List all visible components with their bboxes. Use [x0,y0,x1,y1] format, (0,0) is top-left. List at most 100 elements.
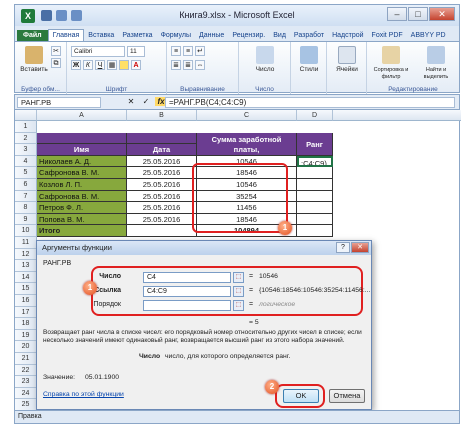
row-header[interactable]: 21 [15,353,37,365]
tab-review[interactable]: Рецензир. [228,30,269,41]
arg-input-order[interactable] [143,300,231,311]
row-header[interactable]: 23 [15,376,37,388]
help-button[interactable]: ? [336,242,350,253]
table-row-date[interactable]: 25.05.2016 [127,190,197,203]
table-row-name[interactable]: Попова В. М. [37,213,127,226]
italic-icon[interactable]: К [83,60,93,70]
wrap-text-icon[interactable]: ↵ [195,46,205,56]
table-row-name[interactable]: Петров Ф. Л. [37,202,127,214]
tab-addins[interactable]: Надстрой [328,30,367,41]
table-row-name[interactable]: Сафронова В. М. [37,190,127,203]
row-header[interactable]: 11 [15,237,37,249]
align-top-icon[interactable]: ≡ [171,46,181,56]
row-header[interactable]: 13 [15,260,37,272]
cut-icon[interactable]: ✂ [51,46,61,56]
borders-icon[interactable]: ▦ [107,60,117,70]
tab-developer[interactable]: Разработ [290,30,328,41]
table-row-rank[interactable] [297,213,333,226]
table-row-name[interactable]: Николаев А. Д. [37,155,127,168]
help-link[interactable]: Справка по этой функции [43,391,124,398]
ok-button[interactable]: OK [283,389,319,403]
header-date[interactable]: Дата [127,144,197,156]
row-header[interactable]: 1 [15,121,37,133]
cancel-button[interactable]: Отмена [329,389,365,403]
collapse-dialog-icon[interactable]: ⬚ [233,300,244,311]
table-row-date[interactable]: 25.05.2016 [127,213,197,226]
row-header[interactable]: 4 [15,155,37,168]
row-header[interactable]: 6 [15,179,37,191]
table-row-date[interactable]: 25.05.2016 [127,155,197,168]
row-header[interactable]: 24 [15,387,37,400]
total-label[interactable]: Итого [37,225,127,237]
table-row-name[interactable]: Козлов Л. П. [37,179,127,191]
arg-input-number[interactable]: C4 [143,272,231,283]
dialog-close-button[interactable]: ✕ [351,242,369,253]
select-all-corner[interactable] [15,110,37,121]
table-row-rank[interactable] [297,190,333,203]
column-header-a[interactable]: A [37,110,127,121]
tab-insert[interactable]: Вставка [84,30,118,41]
table-row-date[interactable]: 25.05.2016 [127,179,197,191]
row-header[interactable]: 2 [15,132,37,145]
tab-data[interactable]: Данные [195,30,228,41]
font-color-icon[interactable]: A [131,60,141,70]
tab-foxit[interactable]: Foxit PDF [368,30,407,41]
tab-view[interactable]: Вид [269,30,290,41]
tab-layout[interactable]: Разметка [118,30,156,41]
row-header[interactable]: 5 [15,167,37,179]
collapse-dialog-icon[interactable]: ⬚ [233,272,244,283]
tab-formulas[interactable]: Формулы [157,30,195,41]
row-header[interactable]: 9 [15,213,37,226]
close-button[interactable]: ✕ [429,7,455,21]
row-header[interactable]: 18 [15,318,37,330]
cells-button[interactable]: Ячейки [331,46,363,73]
row-header[interactable]: 7 [15,190,37,203]
total-date-empty[interactable] [127,225,197,237]
table-row-date[interactable]: 25.05.2016 [127,202,197,214]
row-header[interactable]: 19 [15,329,37,342]
styles-button[interactable]: Стили [293,46,325,73]
total-rank-empty[interactable] [297,225,333,237]
copy-icon[interactable]: ⧉ [51,58,61,68]
table-row-date[interactable]: 25.05.2016 [127,167,197,179]
collapse-dialog-icon[interactable]: ⬚ [233,286,244,297]
font-name-select[interactable]: Calibri [71,46,125,57]
fill-color-icon[interactable] [119,60,129,70]
number-format-button[interactable]: Число [247,46,283,73]
confirm-entry-icon[interactable]: ✓ [140,97,152,106]
row-header[interactable]: 8 [15,202,37,214]
paste-button[interactable]: Вставить [19,46,49,73]
row-header[interactable]: 20 [15,341,37,353]
bold-icon[interactable]: Ж [71,60,81,70]
align-center-icon[interactable]: ≣ [183,60,193,70]
table-row-rank[interactable] [297,179,333,191]
tab-file[interactable]: Файл [17,30,48,41]
column-header-b[interactable]: B [127,110,197,121]
minimize-button[interactable]: – [387,7,407,21]
table-row-rank[interactable] [297,167,333,179]
align-middle-icon[interactable]: ≡ [183,46,193,56]
tab-abbyy[interactable]: ABBYY PD [407,30,450,41]
header-name[interactable]: Имя [37,144,127,156]
active-cell-d4[interactable]: ;C4:C9) [297,155,333,168]
row-header[interactable]: 3 [15,144,37,156]
arg-input-ref[interactable]: C4:C9 [143,286,231,297]
underline-icon[interactable]: Ч [95,60,105,70]
row-header[interactable]: 15 [15,283,37,295]
row-header[interactable]: 14 [15,271,37,284]
formula-input[interactable]: =РАНГ.РВ(C4;C4:C9) [165,97,455,108]
maximize-button[interactable]: □ [408,7,428,21]
align-left-icon[interactable]: ≣ [171,60,181,70]
table-row-rank[interactable] [297,202,333,214]
merge-cells-icon[interactable]: ⇔ [195,60,205,70]
row-header[interactable]: 22 [15,364,37,377]
sort-filter-button[interactable]: Сортировка и фильтр [369,46,413,80]
row-header[interactable]: 16 [15,295,37,307]
header-rank[interactable]: Ранг [297,132,333,156]
column-header-d[interactable]: D [297,110,333,121]
name-box[interactable]: РАНГ.РВ [17,97,101,108]
row-header[interactable]: 12 [15,248,37,261]
tab-home[interactable]: Главная [47,29,85,41]
cancel-entry-icon[interactable]: ✕ [125,97,137,106]
header-salary[interactable]: Сумма заработной платы,руб. [197,132,297,156]
